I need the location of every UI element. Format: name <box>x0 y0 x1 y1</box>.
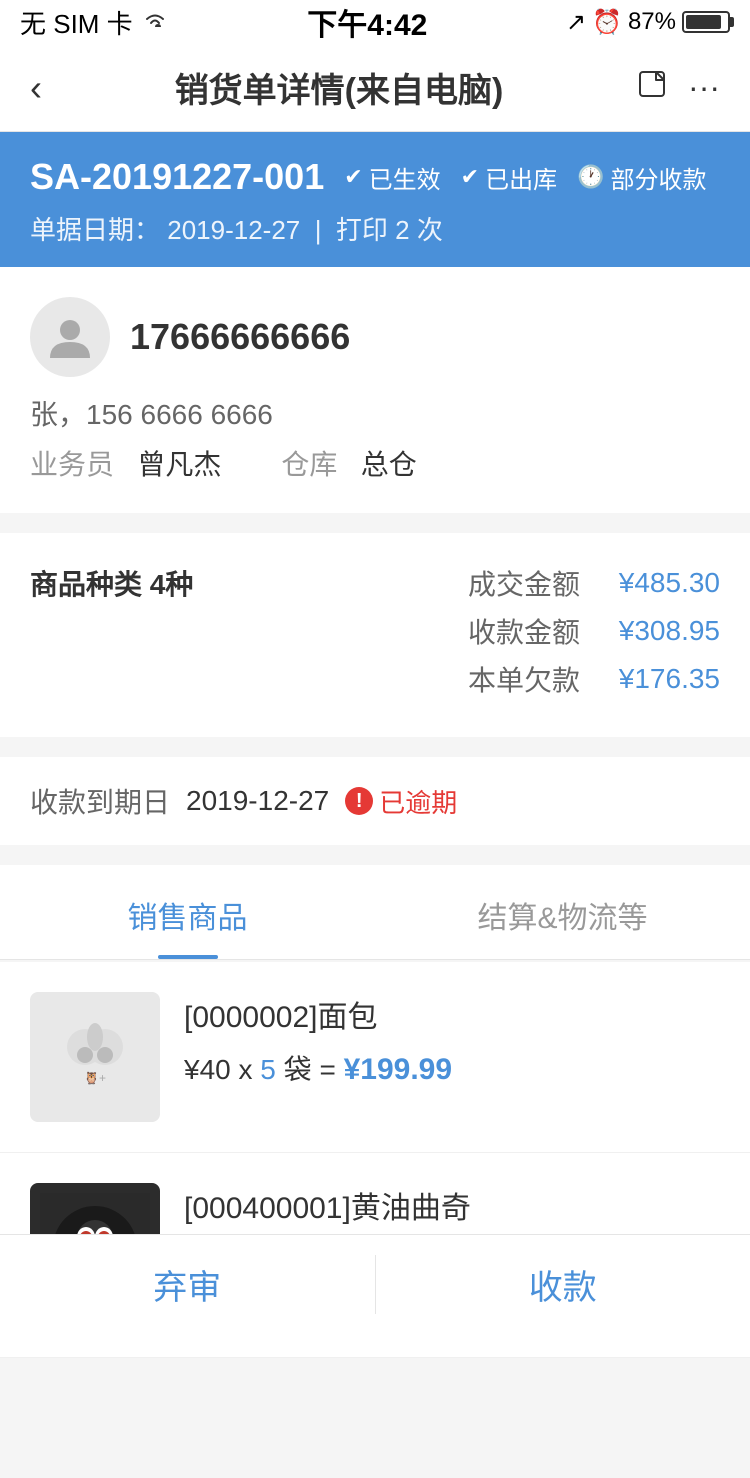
due-section: 收款到期日 2019-12-27 ! 已逾期 <box>0 757 750 845</box>
salesperson-info: 业务员 曾凡杰 <box>30 443 221 483</box>
status-right: ↗ ⏰ 87% <box>566 8 730 37</box>
tab-products[interactable]: 销售商品 <box>0 865 375 959</box>
tabs-row: 销售商品 结算&物流等 <box>0 865 750 959</box>
customer-section: 17666666666 张，156 6666 6666 业务员 曾凡杰 仓库 总… <box>0 267 750 513</box>
financials: 成交金额 ¥485.30 收款金额 ¥308.95 本单欠款 ¥176.35 <box>468 563 720 707</box>
amount-label: 成交金额 <box>468 563 580 603</box>
customer-phone: 张，156 6666 6666 <box>30 393 720 433</box>
wifi-icon <box>141 7 169 38</box>
product-count: 商品种类 4种 <box>30 563 193 603</box>
back-button[interactable]: ‹ <box>30 67 42 109</box>
more-icon[interactable]: ··· <box>688 69 720 106</box>
warehouse-value: 总仓 <box>361 449 417 480</box>
nav-bar: ‹ 销货单详情(来自电脑) ··· <box>0 44 750 132</box>
amount-value: ¥485.30 <box>600 567 720 599</box>
overdue-icon: ! <box>345 787 373 815</box>
amount-row: 成交金额 ¥485.30 <box>468 563 720 603</box>
product-name-1: [0000002]面包 <box>184 992 720 1036</box>
clock-icon: 🕐 <box>577 164 604 190</box>
carrier-text: 无 SIM 卡 <box>20 4 133 41</box>
status-bar: 无 SIM 卡 下午4:42 ↗ ⏰ 87% <box>0 0 750 44</box>
customer-name: 17666666666 <box>130 316 350 358</box>
header-banner: SA-20191227-001 ✔ 已生效 ✔ 已出库 🕐 部分收款 单据日期：… <box>0 132 750 267</box>
tab-settlement[interactable]: 结算&物流等 <box>375 865 750 959</box>
order-id: SA-20191227-001 <box>30 156 324 198</box>
list-item: 🦉+ [0000002]面包 ¥40 x 5 袋 = ¥199.99 <box>0 962 750 1153</box>
status-left: 无 SIM 卡 <box>20 4 169 41</box>
customer-info: 业务员 曾凡杰 仓库 总仓 <box>30 443 720 483</box>
check-icon-2: ✔ <box>461 164 479 190</box>
salesperson-value: 曾凡杰 <box>137 449 221 480</box>
share-icon[interactable] <box>636 68 668 108</box>
product-total-1: ¥199.99 <box>344 1053 452 1086</box>
received-row: 收款金额 ¥308.95 <box>468 611 720 651</box>
overdue-text: 已逾期 <box>379 783 457 820</box>
nav-actions: ··· <box>636 68 720 108</box>
salesperson-label: 业务员 <box>30 449 114 480</box>
stats-section: 商品种类 4种 成交金额 ¥485.30 收款金额 ¥308.95 本单欠款 ¥… <box>0 533 750 737</box>
location-icon: ↗ <box>566 8 586 37</box>
alarm-icon: ⏰ <box>592 8 622 37</box>
product-price-1: ¥40 x 5 袋 = ¥199.99 <box>184 1048 720 1088</box>
svg-text:🦉+: 🦉+ <box>84 1071 106 1085</box>
warehouse-label: 仓库 <box>281 449 337 480</box>
battery-icon <box>682 11 730 33</box>
product-qty-1: 5 <box>260 1054 276 1085</box>
debt-label: 本单欠款 <box>468 659 580 699</box>
cancel-button[interactable]: 弃审 <box>0 1235 375 1334</box>
avatar <box>30 297 110 377</box>
bottom-bar: 弃审 收款 <box>0 1234 750 1334</box>
product-thumbnail-1: 🦉+ <box>30 992 160 1122</box>
badge-activated: ✔ 已生效 <box>344 160 440 195</box>
debt-value: ¥176.35 <box>600 663 720 695</box>
confirm-button[interactable]: 收款 <box>376 1235 750 1334</box>
debt-row: 本单欠款 ¥176.35 <box>468 659 720 699</box>
product-name-2: [000400001]黄油曲奇 <box>184 1183 720 1227</box>
due-date: 2019-12-27 <box>186 785 329 817</box>
status-time: 下午4:42 <box>307 0 427 44</box>
badge-partial-payment: 🕐 部分收款 <box>577 160 706 195</box>
page-title: 销货单详情(来自电脑) <box>175 63 504 112</box>
due-label: 收款到期日 <box>30 781 170 821</box>
overdue-badge: ! 已逾期 <box>345 783 457 820</box>
product-info-1: [0000002]面包 ¥40 x 5 袋 = ¥199.99 <box>184 992 720 1088</box>
warehouse-info: 仓库 总仓 <box>281 443 416 483</box>
customer-row: 17666666666 <box>30 297 720 377</box>
received-value: ¥308.95 <box>600 615 720 647</box>
battery-percent: 87% <box>628 8 676 36</box>
banner-date: 单据日期： 2019-12-27 | 打印 2 次 <box>30 210 720 247</box>
check-icon-1: ✔ <box>344 164 362 190</box>
received-label: 收款金额 <box>468 611 580 651</box>
banner-top: SA-20191227-001 ✔ 已生效 ✔ 已出库 🕐 部分收款 <box>30 156 720 198</box>
badge-shipped: ✔ 已出库 <box>461 160 557 195</box>
tabs-section: 销售商品 结算&物流等 <box>0 865 750 960</box>
